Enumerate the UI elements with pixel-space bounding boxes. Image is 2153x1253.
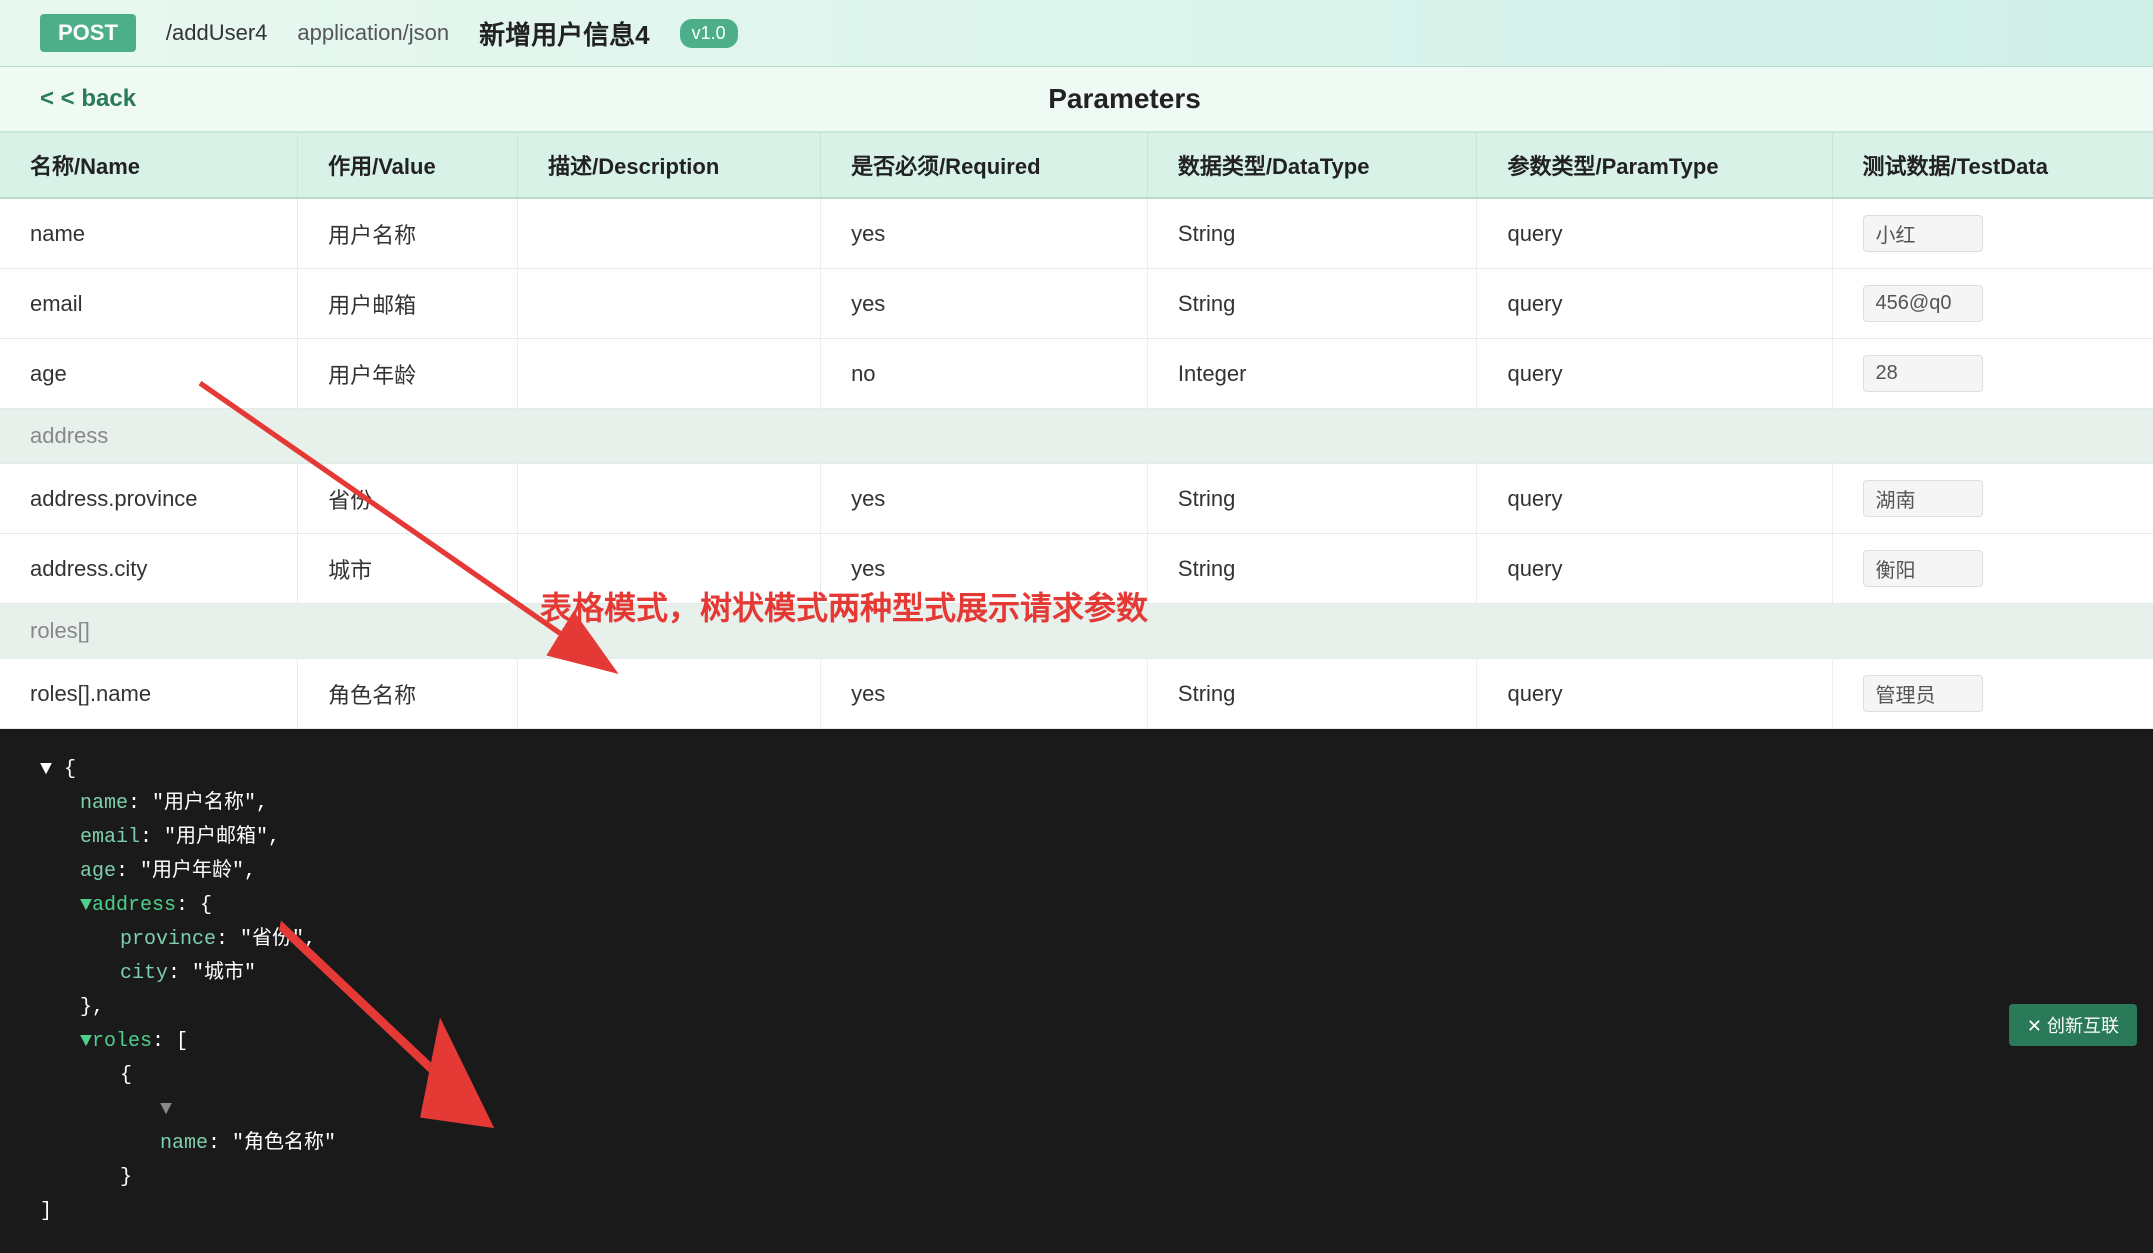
test-data-input[interactable] [1863,480,1983,517]
cell-datatype: String [1147,659,1477,729]
col-datatype: 数据类型/DataType [1147,133,1477,198]
json-line-address-close: }, [80,991,2113,1025]
json-line-email: email: "用户邮箱", [80,821,2113,855]
col-name: 名称/Name [0,133,298,198]
test-data-input[interactable] [1863,215,1983,252]
cell-testdata[interactable] [1832,339,2153,409]
cell-required: yes [821,659,1148,729]
group-header-cell: address [0,409,2153,464]
json-line-close-brace: ] [40,1195,2113,1229]
cell-description [518,198,821,269]
cell-paramtype: query [1477,464,1832,534]
cell-description [518,464,821,534]
cell-description [518,339,821,409]
cell-value: 用户名称 [298,198,518,269]
cell-description [518,659,821,729]
cell-paramtype: query [1477,534,1832,604]
group-header-cell: roles[] [0,604,2153,659]
table-section: 名称/Name 作用/Value 描述/Description 是否必须/Req… [0,133,2153,729]
back-link[interactable]: < < back [40,85,136,113]
cell-value: 省份 [298,464,518,534]
json-section: ▼ { name: "用户名称", email: "用户邮箱", age: "用… [0,729,2153,1253]
cell-required: yes [821,269,1148,339]
header-bar: POST /addUser4 application/json 新增用户信息4 … [0,0,2153,67]
table-row: name用户名称 yesStringquery [0,198,2153,269]
cell-name: name [0,198,298,269]
table-row: address.city城市 yesStringquery [0,534,2153,604]
cell-required: no [821,339,1148,409]
json-line-roles-open: ▼roles: [ [80,1025,2113,1059]
json-line-city: city: "城市" [120,957,2113,991]
table-header-row: 名称/Name 作用/Value 描述/Description 是否必须/Req… [0,133,2153,198]
col-value: 作用/Value [298,133,518,198]
test-data-input[interactable] [1863,550,1983,587]
cell-value: 用户邮箱 [298,269,518,339]
table-group-row: address [0,409,2153,464]
cell-testdata[interactable] [1832,198,2153,269]
json-line-name: name: "用户名称", [80,787,2113,821]
json-line-roles-item-arrow: ▼ [160,1093,2113,1127]
cell-required: yes [821,464,1148,534]
cell-paramtype: query [1477,339,1832,409]
nav-row: < < back Parameters [0,67,2153,133]
version-badge: v1.0 [680,19,738,48]
cell-testdata[interactable] [1832,269,2153,339]
cell-name: address.province [0,464,298,534]
api-path: /addUser4 [166,20,268,46]
cell-paramtype: query [1477,659,1832,729]
cell-name: address.city [0,534,298,604]
cell-name: age [0,339,298,409]
cell-name: roles[].name [0,659,298,729]
table-row: roles[].name角色名称 yesStringquery [0,659,2153,729]
col-required: 是否必须/Required [821,133,1148,198]
cell-datatype: String [1147,269,1477,339]
content-type: application/json [297,20,449,46]
cell-value: 角色名称 [298,659,518,729]
table-row: email用户邮箱 yesStringquery [0,269,2153,339]
cell-datatype: String [1147,198,1477,269]
cell-value: 用户年龄 [298,339,518,409]
json-line-age: age: "用户年龄", [80,855,2113,889]
table-group-row: roles[] [0,604,2153,659]
cell-required: yes [821,534,1148,604]
method-badge: POST [40,14,136,52]
cell-name: email [0,269,298,339]
api-title: 新增用户信息4 [479,15,649,52]
col-testdata: 测试数据/TestData [1832,133,2153,198]
params-table: 名称/Name 作用/Value 描述/Description 是否必须/Req… [0,133,2153,729]
col-paramtype: 参数类型/ParamType [1477,133,1832,198]
watermark: ✕ 创新互联 [2009,1004,2137,1046]
parameters-title: Parameters [136,83,2113,115]
cell-datatype: String [1147,464,1477,534]
test-data-input[interactable] [1863,285,1983,322]
cell-paramtype: query [1477,198,1832,269]
json-line-roles-item-open: { [120,1059,2113,1093]
cell-datatype: String [1147,534,1477,604]
cell-testdata[interactable] [1832,464,2153,534]
json-line-address-open: ▼address: { [80,889,2113,923]
cell-value: 城市 [298,534,518,604]
cell-testdata[interactable] [1832,659,2153,729]
json-line-province: province: "省份", [120,923,2113,957]
cell-description [518,269,821,339]
cell-testdata[interactable] [1832,534,2153,604]
table-row: age用户年龄 noIntegerquery [0,339,2153,409]
cell-paramtype: query [1477,269,1832,339]
cell-datatype: Integer [1147,339,1477,409]
col-description: 描述/Description [518,133,821,198]
test-data-input[interactable] [1863,355,1983,392]
cell-required: yes [821,198,1148,269]
cell-description [518,534,821,604]
json-line-open-brace: ▼ { [40,753,2113,787]
test-data-input[interactable] [1863,675,1983,712]
table-row: address.province省份 yesStringquery [0,464,2153,534]
json-line-roles-item-close: } [120,1161,2113,1195]
json-line-roles-name: name: "角色名称" [160,1127,2113,1161]
